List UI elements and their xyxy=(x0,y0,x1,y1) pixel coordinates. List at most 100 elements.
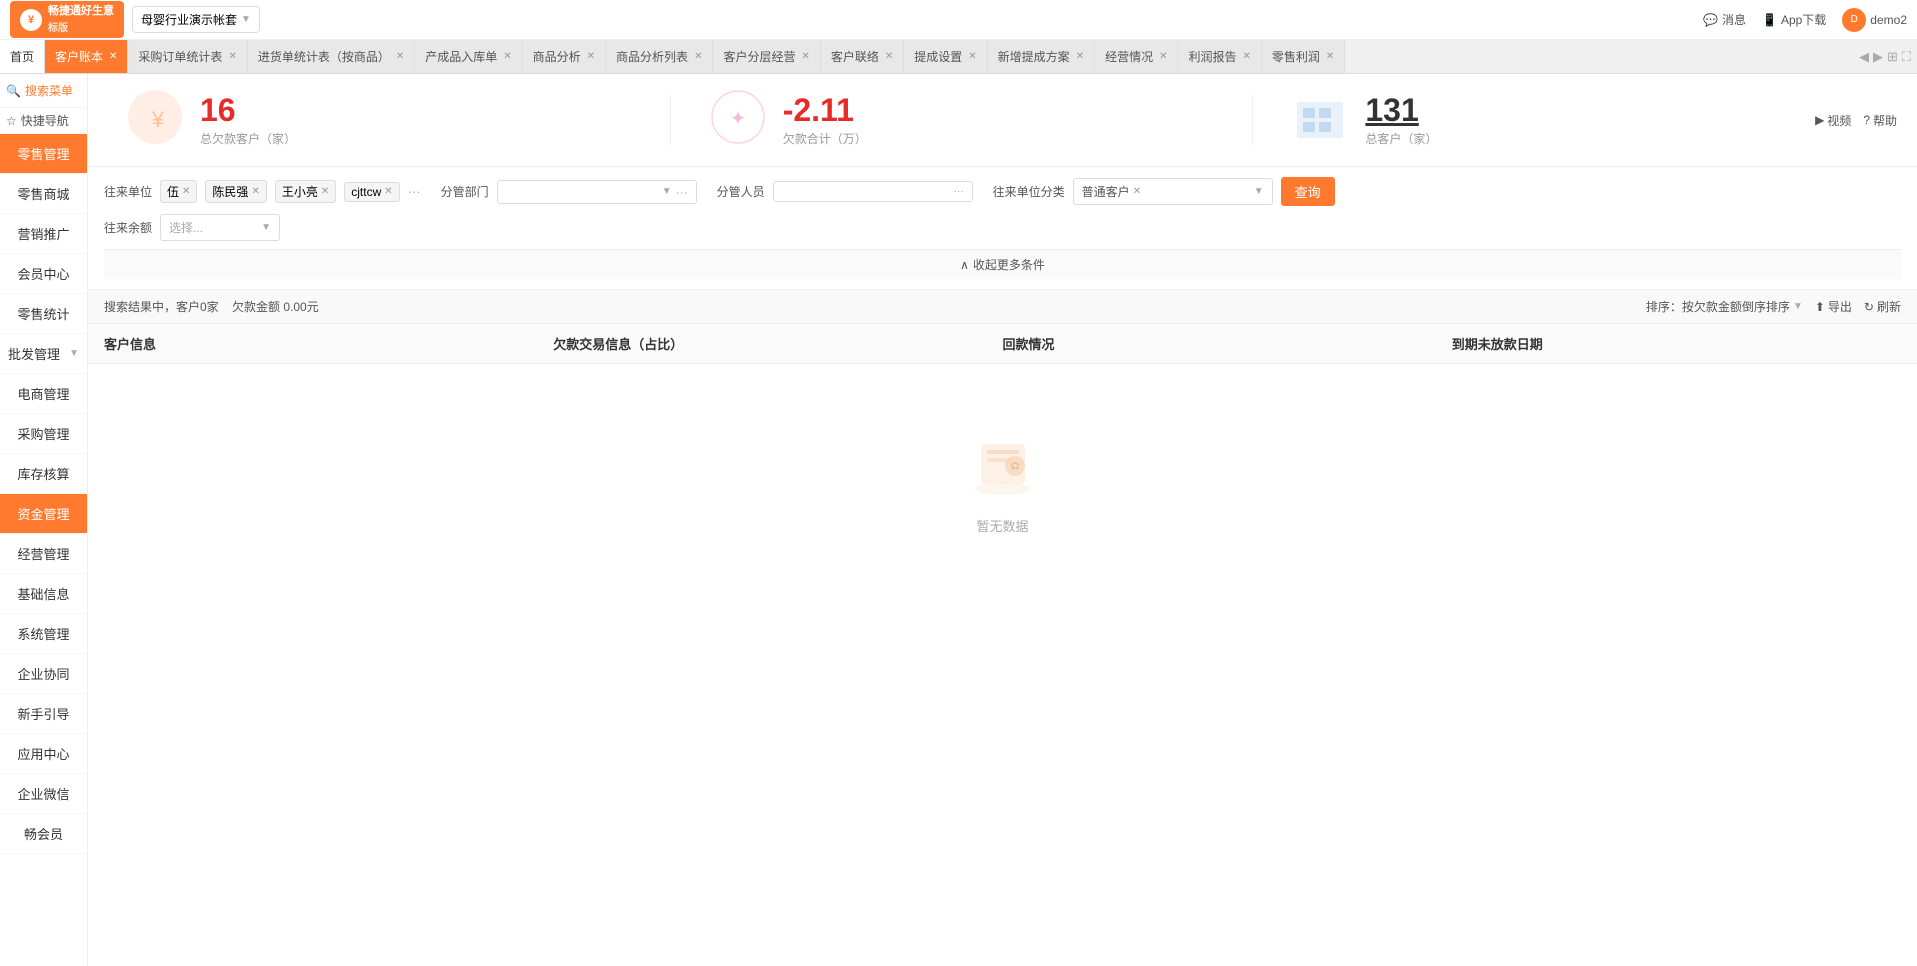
tab-product-in[interactable]: 产成品入库单 ✕ xyxy=(415,40,522,74)
video-btn[interactable]: ▶ 视频 xyxy=(1815,112,1851,129)
tab-close-customer-tier[interactable]: ✕ xyxy=(801,51,809,62)
main-layout: 🔍 搜索菜单 ☆ 快捷导航 零售管理 零售商城 营销推广 会员中心 零售统计 批… xyxy=(0,74,1917,966)
app-download-btn[interactable]: 📱 App下载 xyxy=(1762,11,1826,28)
sidebar-item-label: 系统管理 xyxy=(17,627,69,642)
refresh-btn[interactable]: ↻ 刷新 xyxy=(1864,298,1901,315)
help-btn[interactable]: ? 帮助 xyxy=(1863,112,1897,129)
account-selector-label: 母婴行业演示帐套 xyxy=(141,11,237,28)
division-dept-select[interactable]: ▼ ··· xyxy=(497,180,697,204)
account-selector[interactable]: 母婴行业演示帐套 ▼ xyxy=(132,6,260,33)
export-btn[interactable]: ⬆ 导出 xyxy=(1815,298,1852,315)
tab-prev-icon[interactable]: ◀ xyxy=(1859,49,1869,65)
sort-control[interactable]: 排序：按欠款金额倒序排序 ▼ xyxy=(1646,298,1803,315)
tab-close-goods-analysis[interactable]: ✕ xyxy=(587,51,595,62)
sidebar-item-app-center[interactable]: 应用中心 xyxy=(0,734,87,774)
sidebar-item-retail-mgmt[interactable]: 零售管理 xyxy=(0,134,87,174)
tab-retail-profit[interactable]: 零售利润 ✕ xyxy=(1262,40,1345,74)
profit-report-tab-label: 利润报告 xyxy=(1188,48,1236,65)
filter-tag-wang-close[interactable]: ✕ xyxy=(321,186,329,197)
sidebar-item-capital-mgmt[interactable]: 资金管理 xyxy=(0,494,87,534)
filter-tag-cjttcw-close[interactable]: ✕ xyxy=(384,186,392,197)
sidebar-item-retail-mall[interactable]: 零售商城 xyxy=(0,174,87,214)
tab-home[interactable]: 首页 xyxy=(0,40,45,74)
sidebar-search[interactable]: 🔍 搜索菜单 xyxy=(0,74,87,108)
sidebar-item-sys-mgmt[interactable]: 系统管理 xyxy=(0,614,87,654)
filter-tag-chen-close[interactable]: ✕ xyxy=(251,186,259,197)
tab-close-goods-list[interactable]: ✕ xyxy=(694,51,702,62)
filter-tag-wu-close[interactable]: ✕ xyxy=(182,186,190,197)
chevron-down-icon2: ··· xyxy=(954,186,964,197)
filter-more-btn[interactable]: ··· xyxy=(408,184,421,199)
sidebar-item-new-guide[interactable]: 新手引导 xyxy=(0,694,87,734)
tab-close-purchase[interactable]: ✕ xyxy=(228,51,236,62)
tab-next-icon[interactable]: ▶ xyxy=(1873,49,1883,65)
tab-close-business[interactable]: ✕ xyxy=(1159,51,1167,62)
stat-data-customers: 16 总欠款客户（家） xyxy=(200,94,296,147)
tab-boost-settings[interactable]: 提成设置 ✕ xyxy=(904,40,987,74)
sidebar-item-retail-stats[interactable]: 零售统计 xyxy=(0,294,87,334)
tab-business-status[interactable]: 经营情况 ✕ xyxy=(1095,40,1178,74)
user-profile[interactable]: D demo2 xyxy=(1842,8,1907,32)
sidebar-item-label: 营销推广 xyxy=(17,227,69,242)
tab-expand-icon[interactable]: ⊞ xyxy=(1887,49,1898,65)
tab-close-contact[interactable]: ✕ xyxy=(885,51,893,62)
sidebar-item-purchase-mgmt[interactable]: 采购管理 xyxy=(0,414,87,454)
filter-tag-chen: 陈民强 ✕ xyxy=(205,180,266,203)
sidebar-item-vip-member[interactable]: 畅会员 xyxy=(0,814,87,854)
division-person-select[interactable]: ··· xyxy=(773,181,973,202)
video-icon: ▶ xyxy=(1815,113,1824,127)
sidebar-item-member-center[interactable]: 会员中心 xyxy=(0,254,87,294)
collapse-label: 收起更多条件 xyxy=(973,256,1045,273)
result-actions: 排序：按欠款金额倒序排序 ▼ ⬆ 导出 ↻ 刷新 xyxy=(1646,298,1901,315)
tab-customer-tier[interactable]: 客户分层经营 ✕ xyxy=(713,40,820,74)
collapse-bar[interactable]: ∧ 收起更多条件 xyxy=(104,249,1901,279)
chevron-up-icon: ∧ xyxy=(960,258,969,272)
filter-tag-cjttcw: cjttcw ✕ xyxy=(344,182,399,202)
export-label: 导出 xyxy=(1828,298,1852,315)
sidebar-item-basic-info[interactable]: 基础信息 xyxy=(0,574,87,614)
tab-fullscreen-icon[interactable]: ⛶ xyxy=(1902,49,1911,65)
customer-tier-tab-label: 客户分层经营 xyxy=(723,48,795,65)
phone-icon: 📱 xyxy=(1762,13,1777,27)
tab-close-product-in[interactable]: ✕ xyxy=(503,51,511,62)
sidebar-item-ops-mgmt[interactable]: 经营管理 xyxy=(0,534,87,574)
tab-customer-contact[interactable]: 客户联络 ✕ xyxy=(821,40,904,74)
query-button[interactable]: 查询 xyxy=(1281,177,1335,206)
sidebar-item-enterprise-wechat[interactable]: 企业微信 xyxy=(0,774,87,814)
tab-goods-analysis-list[interactable]: 商品分析列表 ✕ xyxy=(606,40,713,74)
unit-type-select[interactable]: 普通客户 ✕ ▼ xyxy=(1073,178,1273,205)
tab-close-goods-in[interactable]: ✕ xyxy=(396,51,404,62)
unit-type-label: 往来单位分类 xyxy=(993,183,1065,200)
tab-purchase-order[interactable]: 采购订单统计表 ✕ xyxy=(128,40,247,74)
sidebar-item-enterprise-collab[interactable]: 企业协同 xyxy=(0,654,87,694)
unit-type-close[interactable]: ✕ xyxy=(1133,186,1141,197)
tab-new-boost-plan[interactable]: 新增提成方案 ✕ xyxy=(988,40,1095,74)
tab-customer-book[interactable]: 客户账本 ✕ xyxy=(45,40,128,74)
filter-tag-wu-label: 伍 xyxy=(167,183,179,200)
sidebar-item-ecomm-mgmt[interactable]: 电商管理 xyxy=(0,374,87,414)
chevron-down-icon3: ▼ xyxy=(1254,186,1264,197)
tab-close-retail-profit[interactable]: ✕ xyxy=(1326,51,1334,62)
message-btn[interactable]: 💬 消息 xyxy=(1703,11,1746,28)
svg-text:✦: ✦ xyxy=(729,108,746,130)
customer-contact-tab-label: 客户联络 xyxy=(831,48,879,65)
balance-select[interactable]: 选择... ▼ xyxy=(160,214,280,241)
header-right: 💬 消息 📱 App下载 D demo2 xyxy=(1703,8,1907,32)
tab-close-boost[interactable]: ✕ xyxy=(968,51,976,62)
table-area: 客户信息 欠款交易信息（占比） 回款情况 到期未放款日期 暂无数据 xyxy=(88,324,1917,966)
sidebar-item-label: 零售商城 xyxy=(17,187,69,202)
tab-close-profit[interactable]: ✕ xyxy=(1243,51,1251,62)
sidebar-item-batch-mgmt[interactable]: 批发管理 ▼ xyxy=(0,334,87,374)
sidebar-item-marketing[interactable]: 营销推广 xyxy=(0,214,87,254)
filter-row-1: 往来单位 伍 ✕ 陈民强 ✕ 王小亮 ✕ cjttcw ✕ ··· xyxy=(104,177,1901,206)
search-icon: 🔍 xyxy=(6,84,21,98)
tab-goods-in-stats[interactable]: 进货单统计表（按商品） ✕ xyxy=(248,40,415,74)
tab-profit-report[interactable]: 利润报告 ✕ xyxy=(1178,40,1261,74)
sidebar-quick-nav[interactable]: ☆ 快捷导航 xyxy=(0,108,87,134)
tab-nav-controls: ◀ ▶ ⊞ ⛶ xyxy=(1853,49,1917,65)
tab-close-customer-book[interactable]: ✕ xyxy=(109,51,117,62)
tab-goods-analysis[interactable]: 商品分析 ✕ xyxy=(523,40,606,74)
sidebar-item-label: 企业微信 xyxy=(17,787,69,802)
sidebar-item-inventory[interactable]: 库存核算 xyxy=(0,454,87,494)
tab-close-new-boost[interactable]: ✕ xyxy=(1076,51,1084,62)
